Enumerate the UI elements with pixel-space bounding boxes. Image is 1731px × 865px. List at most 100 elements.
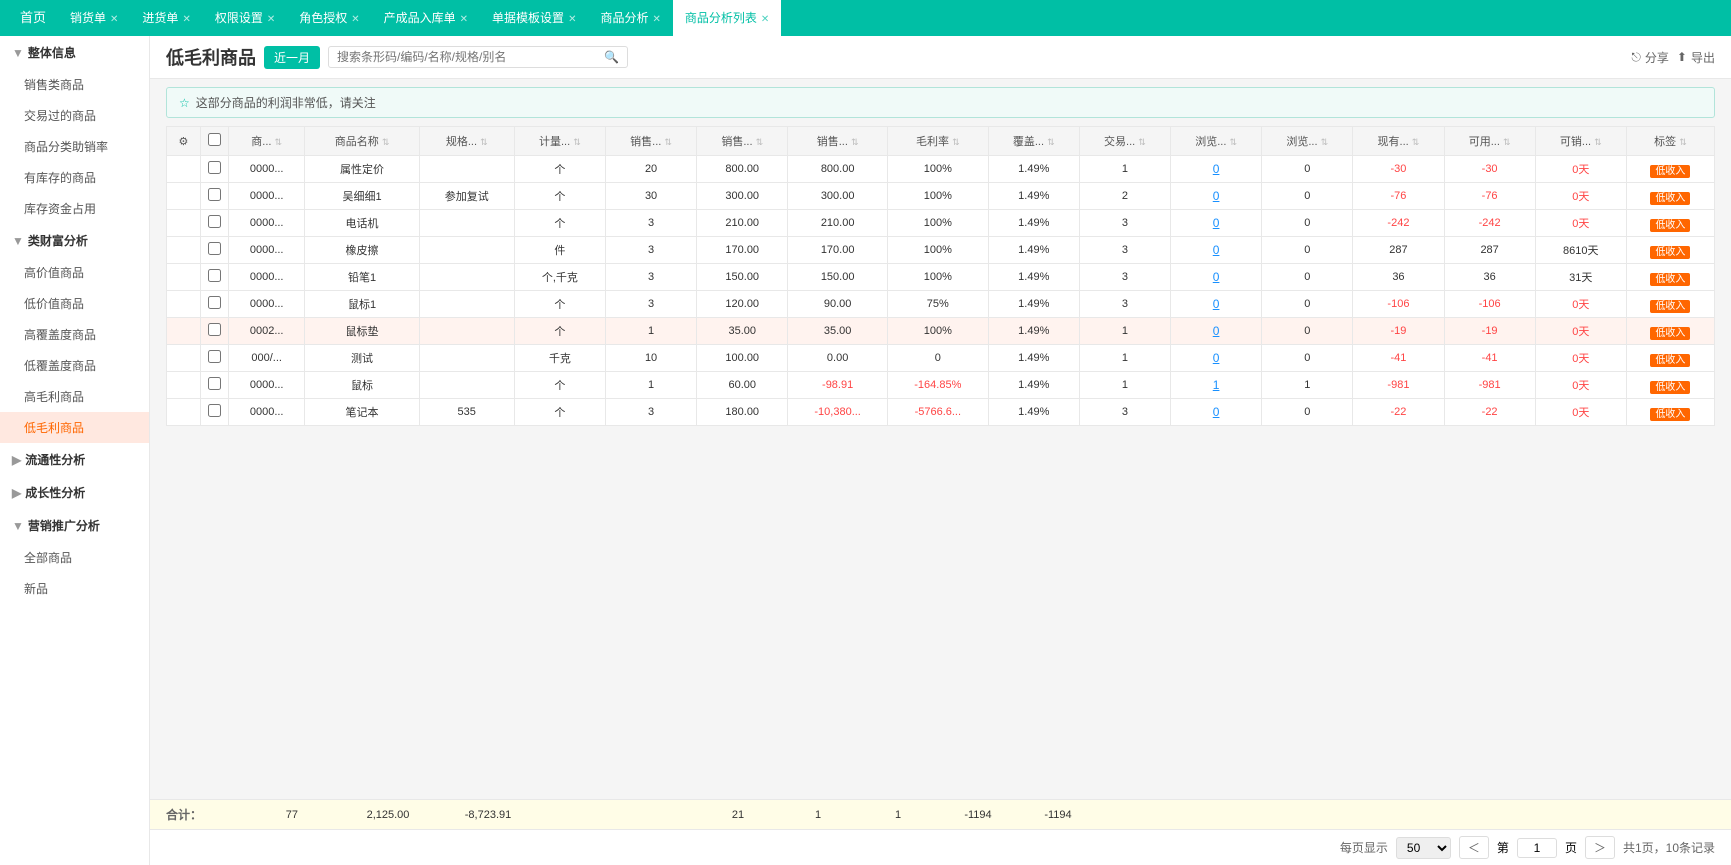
sidebar-item-sales-products[interactable]: 销售类商品: [0, 69, 149, 100]
row-checkbox[interactable]: [200, 264, 228, 291]
row-checkbox[interactable]: [200, 291, 228, 318]
row-browse1[interactable]: 0: [1171, 345, 1262, 372]
sidebar-item-traded-products[interactable]: 交易过的商品: [0, 100, 149, 131]
col-available[interactable]: 可用... ⇅: [1444, 127, 1535, 156]
col-unit[interactable]: 计量... ⇅: [514, 127, 605, 156]
main-layout: ▼ 整体信息 销售类商品 交易过的商品 商品分类助销率 有库存的商品 库存资金占…: [0, 36, 1731, 865]
col-checkbox[interactable]: [200, 127, 228, 156]
nav-role[interactable]: 角色授权✕: [287, 0, 371, 36]
row-browse1[interactable]: 0: [1171, 156, 1262, 183]
row-available: -242: [1444, 210, 1535, 237]
share-button[interactable]: ⎋ 分享: [1631, 49, 1669, 66]
row-checkbox[interactable]: [200, 399, 228, 426]
row-browse1[interactable]: 0: [1171, 183, 1262, 210]
col-transaction[interactable]: 交易... ⇅: [1079, 127, 1170, 156]
sidebar-item-all-products[interactable]: 全部商品: [0, 542, 149, 573]
sidebar-group-overall[interactable]: ▼ 整体信息: [0, 36, 149, 69]
footer-sales-price: 2,125.00: [338, 809, 438, 821]
page-size-select[interactable]: 50 20 100: [1396, 837, 1451, 859]
sidebar-group-growth[interactable]: ▶ 成长性分析: [0, 476, 149, 509]
select-all-checkbox[interactable]: [208, 133, 221, 146]
search-input[interactable]: [337, 50, 604, 64]
nav-inventory[interactable]: 产成品入库单✕: [372, 0, 480, 36]
row-browse1[interactable]: 1: [1171, 372, 1262, 399]
table-row: 0000... 笔记本 535 个 3 180.00 -10,380... -5…: [167, 399, 1715, 426]
sidebar-item-low-margin[interactable]: 低毛利商品: [0, 412, 149, 443]
nav-sales[interactable]: 销货单✕: [58, 0, 130, 36]
col-sales-qty[interactable]: 销售... ⇅: [605, 127, 696, 156]
sidebar-item-category-rate[interactable]: 商品分类助销率: [0, 131, 149, 162]
row-browse1[interactable]: 0: [1171, 264, 1262, 291]
col-spec[interactable]: 规格... ⇅: [419, 127, 514, 156]
arrow-icon: ▼: [12, 46, 24, 60]
row-unit: 个: [514, 318, 605, 345]
row-code: 0000...: [228, 183, 305, 210]
sidebar-item-high-value[interactable]: 高价值商品: [0, 257, 149, 288]
sidebar-item-new-products[interactable]: 新品: [0, 573, 149, 604]
row-browse1[interactable]: 0: [1171, 210, 1262, 237]
row-transaction: 3: [1079, 210, 1170, 237]
row-checkbox[interactable]: [200, 345, 228, 372]
sidebar-group-wealth[interactable]: ▼ 类财富分析: [0, 224, 149, 257]
row-sales-cost: 800.00: [788, 156, 888, 183]
row-browse1[interactable]: 0: [1171, 318, 1262, 345]
col-current-stock[interactable]: 现有... ⇅: [1353, 127, 1444, 156]
nav-template[interactable]: 单据模板设置✕: [480, 0, 588, 36]
search-box[interactable]: 🔍: [328, 46, 628, 68]
nav-close-sales[interactable]: ✕: [110, 14, 118, 25]
row-checkbox[interactable]: [200, 318, 228, 345]
page-number-input[interactable]: [1517, 838, 1557, 858]
row-sales-cost: -10,380...: [788, 399, 888, 426]
row-browse1[interactable]: 0: [1171, 291, 1262, 318]
nav-close-product-analysis[interactable]: ✕: [652, 14, 660, 25]
sidebar-item-low-coverage[interactable]: 低覆盖度商品: [0, 350, 149, 381]
nav-permission[interactable]: 权限设置✕: [203, 0, 287, 36]
search-icon[interactable]: 🔍: [604, 50, 619, 64]
sidebar-item-inventory-capital[interactable]: 库存资金占用: [0, 193, 149, 224]
col-coverage[interactable]: 覆盖... ⇅: [988, 127, 1079, 156]
sidebar-item-high-coverage[interactable]: 高覆盖度商品: [0, 319, 149, 350]
col-name[interactable]: 商品名称 ⇅: [305, 127, 419, 156]
sidebar-group-marketing[interactable]: ▼ 营销推广分析: [0, 509, 149, 542]
prev-page-button[interactable]: ＜: [1459, 836, 1489, 859]
sidebar-group-flow[interactable]: ▶ 流通性分析: [0, 443, 149, 476]
nav-close-permission[interactable]: ✕: [267, 14, 275, 25]
col-sales-price[interactable]: 销售... ⇅: [697, 127, 788, 156]
row-checkbox[interactable]: [200, 210, 228, 237]
row-code: 0000...: [228, 372, 305, 399]
col-tag[interactable]: 标签 ⇅: [1626, 127, 1714, 156]
nav-close-product-list[interactable]: ✕: [761, 14, 769, 25]
sidebar-item-low-value[interactable]: 低价值商品: [0, 288, 149, 319]
nav-product-list[interactable]: 商品分析列表✕: [673, 0, 781, 36]
nav-close-role[interactable]: ✕: [351, 14, 359, 25]
export-button[interactable]: ⬆ 导出: [1677, 49, 1715, 66]
col-browse2[interactable]: 浏览... ⇅: [1262, 127, 1353, 156]
col-sales-cost[interactable]: 销售... ⇅: [788, 127, 888, 156]
row-checkbox[interactable]: [200, 183, 228, 210]
col-saleable[interactable]: 可销... ⇅: [1535, 127, 1626, 156]
row-sales-cost: -98.91: [788, 372, 888, 399]
nav-product-analysis[interactable]: 商品分析✕: [588, 0, 672, 36]
col-browse1[interactable]: 浏览... ⇅: [1171, 127, 1262, 156]
nav-close-purchase[interactable]: ✕: [182, 14, 190, 25]
col-gross-rate[interactable]: 毛利率 ⇅: [887, 127, 988, 156]
row-checkbox[interactable]: [200, 156, 228, 183]
col-settings[interactable]: ⚙: [167, 127, 201, 156]
nav-close-inventory[interactable]: ✕: [460, 14, 468, 25]
nav-home[interactable]: 首页: [8, 0, 58, 36]
nav-purchase[interactable]: 进货单✕: [130, 0, 202, 36]
row-tag: 低收入: [1626, 156, 1714, 183]
row-gross-rate: 0: [887, 345, 988, 372]
row-checkbox[interactable]: [200, 372, 228, 399]
row-checkbox[interactable]: [200, 237, 228, 264]
sidebar-item-high-margin[interactable]: 高毛利商品: [0, 381, 149, 412]
row-browse1[interactable]: 0: [1171, 237, 1262, 264]
row-browse2: 0: [1262, 345, 1353, 372]
next-page-button[interactable]: ＞: [1585, 836, 1615, 859]
nav-close-template[interactable]: ✕: [568, 14, 576, 25]
sidebar-item-inventory-products[interactable]: 有库存的商品: [0, 162, 149, 193]
filter-recent-month[interactable]: 近一月: [264, 46, 320, 69]
col-code[interactable]: 商... ⇅: [228, 127, 305, 156]
row-browse1[interactable]: 0: [1171, 399, 1262, 426]
row-available: -30: [1444, 156, 1535, 183]
